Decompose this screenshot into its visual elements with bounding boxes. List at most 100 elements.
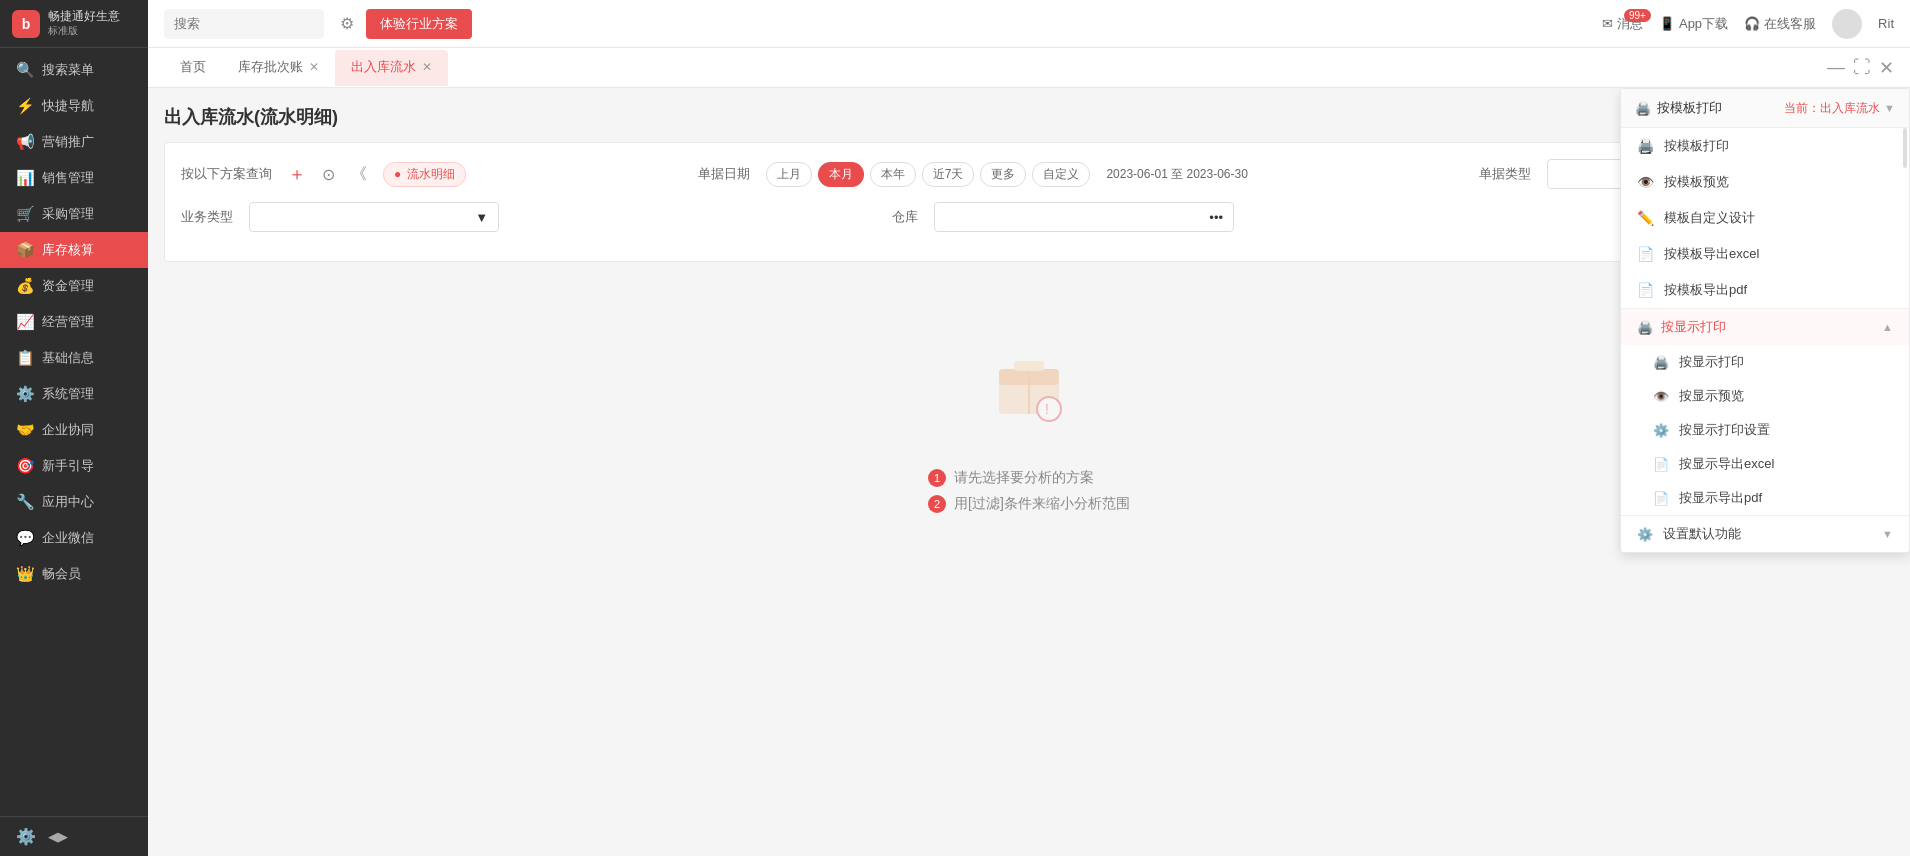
sidebar-item-marketing-label: 营销推广	[42, 133, 94, 151]
sidebar-logo: b 畅捷通好生意 标准版	[0, 0, 148, 48]
vip-icon: 👑	[16, 565, 34, 583]
newbie-icon: 🎯	[16, 457, 34, 475]
step-2-num: 2	[928, 495, 946, 513]
tab-flow-close[interactable]: ✕	[422, 60, 432, 74]
filter-config-button[interactable]: ⊙	[322, 165, 335, 184]
sidebar-item-quick-nav-label: 快捷导航	[42, 97, 94, 115]
template-export-pdf-label: 按模板导出pdf	[1664, 281, 1747, 299]
search-icon: 🔍	[16, 61, 34, 79]
tab-batch-label: 库存批次账	[238, 58, 303, 76]
tab-flow[interactable]: 出入库流水 ✕	[335, 50, 448, 86]
tab-batch-close[interactable]: ✕	[309, 60, 319, 74]
tab-home[interactable]: 首页	[164, 50, 222, 86]
dropdown-template-print[interactable]: 🖨️ 按模板打印	[1621, 128, 1909, 164]
biz-type-label: 业务类型	[181, 208, 233, 226]
app-label: App下载	[1679, 15, 1728, 33]
display-print-section: 🖨️ 按显示打印 ▲ 🖨️ 按显示打印 👁️ 按显示预览 ⚙️	[1621, 309, 1909, 516]
step-2-text: 用[过滤]条件来缩小分析范围	[954, 495, 1130, 513]
collapse-icon[interactable]: ◀▶	[48, 829, 68, 844]
tab-flow-label: 出入库流水	[351, 58, 416, 76]
sidebar-item-finance[interactable]: 💰 资金管理	[0, 268, 148, 304]
add-filter-button[interactable]: ＋	[288, 162, 306, 186]
sidebar-menu: 🔍 搜索菜单 ⚡ 快捷导航 📢 营销推广 📊 销售管理 🛒 采购管理 📦 库存核…	[0, 48, 148, 816]
date-tag-custom[interactable]: 自定义	[1032, 162, 1090, 187]
sidebar-item-inventory[interactable]: 📦 库存核算	[0, 232, 148, 268]
topbar: ⚙ 体验行业方案 ✉ 消息 99+ 📱 App下载 🎧 在线客服 Rit	[148, 0, 1910, 48]
filter-collapse-button[interactable]: 《	[351, 164, 367, 185]
sidebar: b 畅捷通好生意 标准版 🔍 搜索菜单 ⚡ 快捷导航 📢 营销推广 📊 销售管理…	[0, 0, 148, 856]
dropdown-template-export-pdf[interactable]: 📄 按模板导出pdf	[1621, 272, 1909, 308]
sidebar-item-system-label: 系统管理	[42, 385, 94, 403]
display-settings-icon: ⚙️	[1653, 423, 1669, 438]
display-print-header[interactable]: 🖨️ 按显示打印 ▲	[1621, 309, 1909, 345]
filter-tag-icon: ●	[394, 167, 401, 181]
customer-service-button[interactable]: 🎧 在线客服	[1744, 15, 1816, 33]
biz-type-chevron: ▼	[475, 210, 488, 225]
app-download-button[interactable]: 📱 App下载	[1659, 15, 1728, 33]
sidebar-item-marketing[interactable]: 📢 营销推广	[0, 124, 148, 160]
sidebar-item-basic[interactable]: 📋 基础信息	[0, 340, 148, 376]
sidebar-item-finance-label: 资金管理	[42, 277, 94, 295]
date-tag-more[interactable]: 更多	[980, 162, 1026, 187]
date-tag-current-month[interactable]: 本月	[818, 162, 864, 187]
display-export-excel-label: 按显示导出excel	[1679, 455, 1774, 473]
topbar-right: ✉ 消息 99+ 📱 App下载 🎧 在线客服 Rit	[1602, 9, 1894, 39]
sidebar-item-wechat[interactable]: 💬 企业微信	[0, 520, 148, 556]
user-avatar[interactable]	[1832, 9, 1862, 39]
dropdown-display-export-pdf[interactable]: 📄 按显示导出pdf	[1621, 481, 1909, 515]
warehouse-more-icon: •••	[1209, 210, 1223, 225]
industry-solution-button[interactable]: 体验行业方案	[366, 9, 472, 39]
tab-maximize-button[interactable]: ⛶	[1853, 57, 1871, 78]
sidebar-item-collab[interactable]: 🤝 企业协同	[0, 412, 148, 448]
dropdown-display-print-settings[interactable]: ⚙️ 按显示打印设置	[1621, 413, 1909, 447]
dropdown-template-export-excel[interactable]: 📄 按模板导出excel	[1621, 236, 1909, 272]
warehouse-select[interactable]: •••	[934, 202, 1234, 232]
sidebar-item-operations[interactable]: 📈 经营管理	[0, 304, 148, 340]
display-print-settings-label: 按显示打印设置	[1679, 421, 1770, 439]
panel-scroll-area: 🖨️ 按模板打印 👁️ 按模板预览 ✏️ 模板自定义设计 📄 按模板导出exce…	[1621, 128, 1909, 552]
dropdown-display-preview[interactable]: 👁️ 按显示预览	[1621, 379, 1909, 413]
date-tag-current-year[interactable]: 本年	[870, 162, 916, 187]
sidebar-item-purchase[interactable]: 🛒 采购管理	[0, 196, 148, 232]
sales-icon: 📊	[16, 169, 34, 187]
tab-minimize-button[interactable]: —	[1827, 57, 1845, 78]
tab-close-button[interactable]: ✕	[1879, 57, 1894, 79]
date-tag-7days[interactable]: 近7天	[922, 162, 975, 187]
gear-icon[interactable]: ⚙	[340, 14, 354, 33]
sidebar-item-search[interactable]: 🔍 搜索菜单	[0, 52, 148, 88]
sidebar-item-quick-nav[interactable]: ⚡ 快捷导航	[0, 88, 148, 124]
app-subtitle: 标准版	[48, 24, 120, 38]
template-print-icon: 🖨️	[1637, 138, 1654, 154]
sidebar-item-apps[interactable]: 🔧 应用中心	[0, 484, 148, 520]
dropdown-header-left: 🖨️ 按模板打印	[1635, 99, 1722, 117]
date-tag-last-month[interactable]: 上月	[766, 162, 812, 187]
tab-batch[interactable]: 库存批次账 ✕	[222, 50, 335, 86]
doc-type-value	[1558, 165, 1571, 183]
date-tag-group: 上月 本月 本年 近7天 更多 自定义	[766, 162, 1091, 187]
search-input[interactable]	[174, 16, 314, 31]
template-pdf-icon: 📄	[1637, 282, 1654, 298]
dropdown-template-preview[interactable]: 👁️ 按模板预览	[1621, 164, 1909, 200]
template-print-label: 按模板打印	[1664, 137, 1729, 155]
biz-type-select[interactable]: ▼	[249, 202, 499, 232]
sidebar-item-purchase-label: 采购管理	[42, 205, 94, 223]
settings-icon[interactable]: ⚙️	[16, 827, 36, 846]
app-logo-icon: b	[12, 10, 40, 38]
dropdown-display-print[interactable]: 🖨️ 按显示打印	[1621, 345, 1909, 379]
headset-icon: 🎧	[1744, 16, 1760, 31]
notice-button[interactable]: ✉ 消息 99+	[1602, 15, 1643, 33]
tab-home-label: 首页	[180, 58, 206, 76]
inventory-icon: 📦	[16, 241, 34, 259]
username-label: Rit	[1878, 16, 1894, 31]
sidebar-item-inventory-label: 库存核算	[42, 241, 94, 259]
dropdown-footer[interactable]: ⚙️ 设置默认功能 ▼	[1621, 516, 1909, 552]
sidebar-item-sales[interactable]: 📊 销售管理	[0, 160, 148, 196]
sidebar-item-system[interactable]: ⚙️ 系统管理	[0, 376, 148, 412]
scrollbar-thumb[interactable]	[1903, 128, 1907, 168]
sidebar-item-vip[interactable]: 👑 畅会员	[0, 556, 148, 592]
dropdown-display-export-excel[interactable]: 📄 按显示导出excel	[1621, 447, 1909, 481]
dropdown-template-custom[interactable]: ✏️ 模板自定义设计	[1621, 200, 1909, 236]
sidebar-item-newbie[interactable]: 🎯 新手引导	[0, 448, 148, 484]
active-filter-tag: ● 流水明细	[383, 162, 466, 187]
sidebar-item-basic-label: 基础信息	[42, 349, 94, 367]
